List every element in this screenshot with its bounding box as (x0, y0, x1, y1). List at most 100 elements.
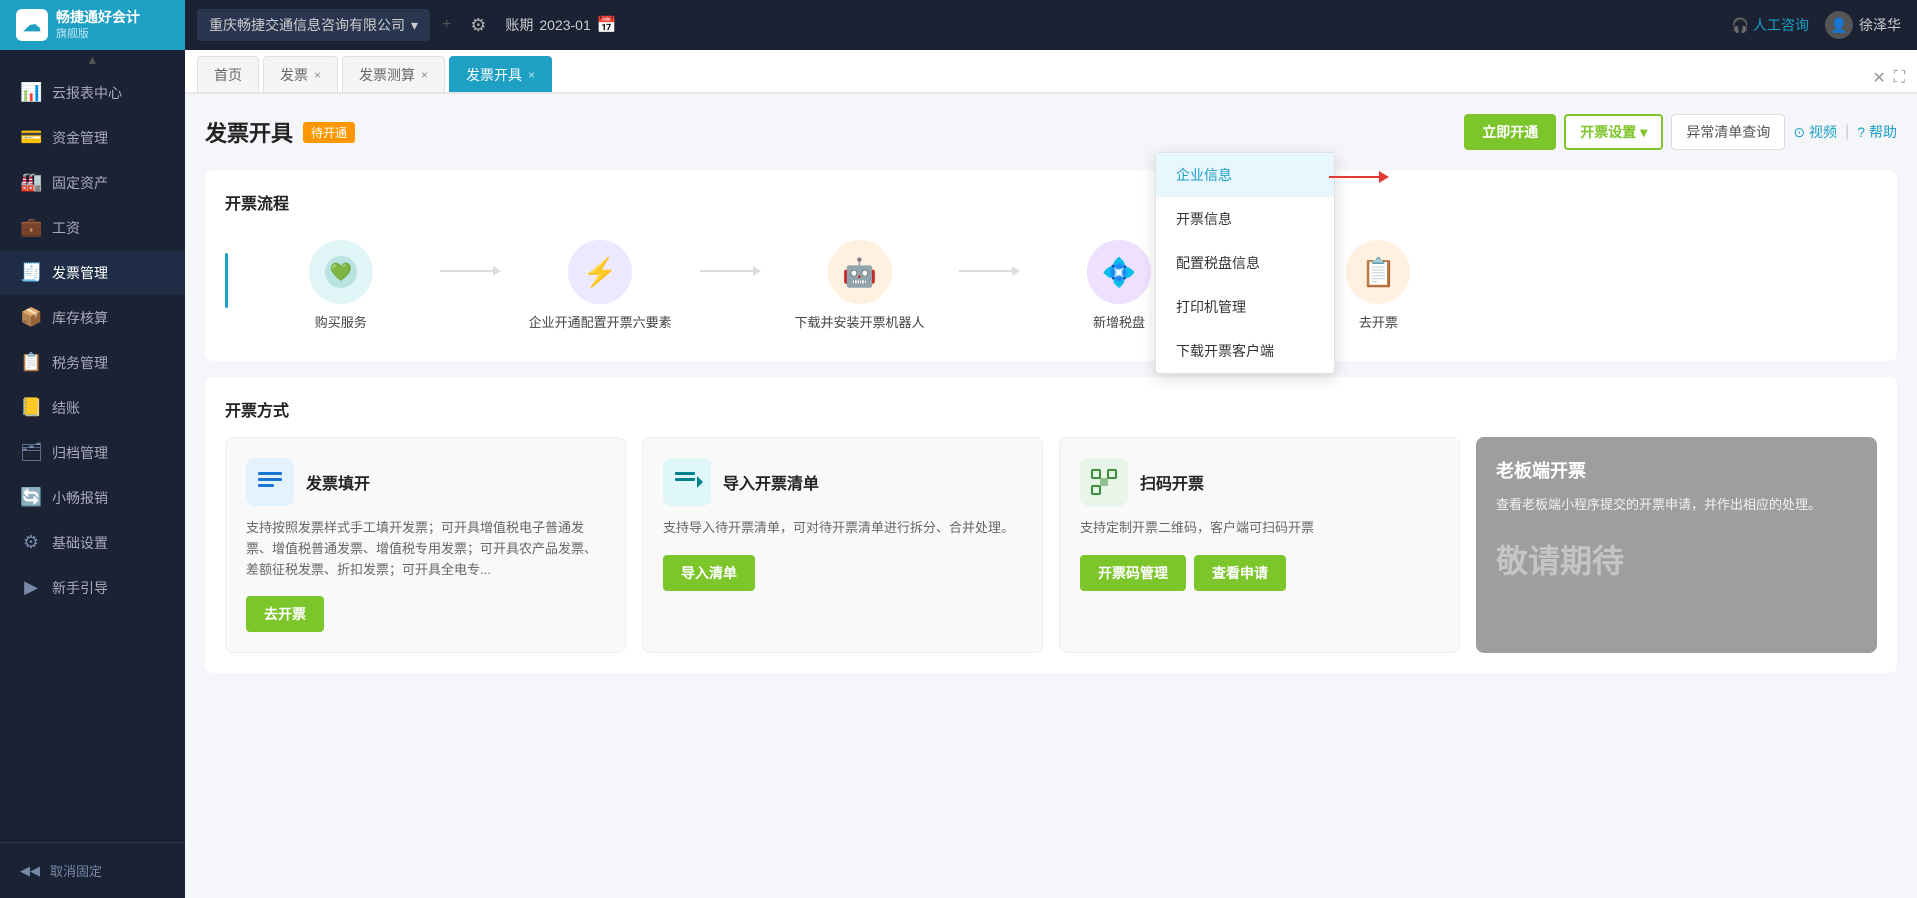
sidebar-item-fapiao[interactable]: 🧾 发票管理 (0, 250, 185, 295)
activate-btn[interactable]: 立即开通 (1464, 114, 1556, 150)
step1-icon: 💚 (309, 240, 373, 304)
sidebar-item-label: 工资 (52, 218, 80, 238)
red-arrow (1329, 171, 1389, 183)
method-import-header: 导入开票清单 (663, 458, 1022, 506)
settings-dropdown: 企业信息 开票信息 配置税盘信息 打印机管理 下载开票客户端 (1155, 152, 1335, 374)
import-icon (663, 458, 711, 506)
boss-desc: 查看老板端小程序提交的开票申请，并作出相应的处理。 (1496, 495, 1857, 516)
step1-label: 购买服务 (315, 312, 367, 331)
step3-icon: 🤖 (828, 240, 892, 304)
help-btn[interactable]: ? 帮助 (1857, 122, 1897, 142)
fill-go-btn[interactable]: 去开票 (246, 596, 324, 632)
dropdown-download-client[interactable]: 下载开票客户端 (1156, 329, 1334, 373)
step4-label: 新增税盘 (1093, 312, 1145, 331)
unpin-btn[interactable]: ◀◀ 取消固定 (0, 851, 185, 890)
settings-btn[interactable]: 开票设置 ▾ (1564, 114, 1663, 150)
boss-title: 老板端开票 (1496, 457, 1586, 483)
calendar-icon[interactable]: 📅 (597, 15, 617, 35)
tab-fapiao-close[interactable]: × (314, 68, 321, 82)
play-icon: ▶ (20, 577, 42, 598)
dropdown-printer[interactable]: 打印机管理 (1156, 285, 1334, 329)
sidebar-item-jichu[interactable]: ⚙ 基础设置 (0, 520, 185, 565)
close-all-btn[interactable]: ✕ (1872, 68, 1885, 88)
flow-step-1: 💚 购买服务 (225, 240, 440, 331)
period-label: 账期 (505, 15, 533, 35)
sidebar-item-label: 发票管理 (52, 263, 108, 283)
chevron-down-icon: ▾ (1640, 124, 1647, 141)
import-btn[interactable]: 导入清单 (663, 555, 755, 591)
tab-fapiaokuaiju[interactable]: 发票开具 × (449, 56, 552, 92)
flow-arrow-2 (700, 270, 760, 272)
flow-step-2: ⚡ 企业开通配置开票六要素 (500, 240, 699, 331)
unpin-label: 取消固定 (50, 861, 102, 880)
flow-step-3: 🤖 下载并安装开票机器人 (760, 240, 959, 331)
tab-fapiao-label: 发票 (280, 65, 308, 85)
scan-icon (1080, 458, 1128, 506)
credit-icon: 💳 (20, 127, 42, 148)
tab-cesuan-close[interactable]: × (421, 68, 428, 82)
header-actions: 立即开通 开票设置 ▾ 异常清单查询 ⊙ 视频 | ? 帮助 (1464, 114, 1897, 150)
sidebar-item-label: 固定资产 (52, 173, 108, 193)
sidebar-item-xiaochang[interactable]: 🔄 小畅报销 (0, 475, 185, 520)
sidebar-item-label: 云报表中心 (52, 83, 122, 103)
dropdown-invoice-info[interactable]: 开票信息 (1156, 197, 1334, 241)
sidebar-item-label: 新手引导 (52, 578, 108, 598)
tab-bar-actions: ✕ ⛶ (1872, 68, 1905, 92)
step3-label: 下载并安装开票机器人 (795, 312, 925, 331)
scan-apply-btn[interactable]: 查看申请 (1194, 555, 1286, 591)
sidebar-bottom: ◀◀ 取消固定 (0, 842, 185, 898)
status-badge: 待开通 (303, 122, 355, 143)
sidebar-item-label: 小畅报销 (52, 488, 108, 508)
tab-kaiju-label: 发票开具 (466, 65, 522, 85)
clipboard-icon: 📋 (20, 352, 42, 373)
settings-icon[interactable]: ⚙ (463, 10, 493, 40)
maximize-btn[interactable]: ⛶ (1894, 69, 1905, 87)
sidebar-item-yunbao[interactable]: 📊 云报表中心 (0, 70, 185, 115)
step4-icon: 💠 (1087, 240, 1151, 304)
user-area[interactable]: 👤 徐泽华 (1825, 11, 1901, 39)
page-header: 发票开具 待开通 立即开通 开票设置 ▾ 异常清单查询 ⊙ 视频 | ? 帮助 (205, 114, 1897, 150)
dropdown-tax-config[interactable]: 配置税盘信息 (1156, 241, 1334, 285)
sidebar-item-gongzi[interactable]: 💼 工资 (0, 205, 185, 250)
divider: + (442, 16, 451, 34)
tab-fapiao[interactable]: 发票 × (263, 56, 338, 92)
sidebar-item-guidang[interactable]: 🗂 归档管理 (0, 430, 185, 475)
sidebar-item-shuiwu[interactable]: 📋 税务管理 (0, 340, 185, 385)
scan-desc: 支持定制开票二维码，客户端可扫码开票 (1080, 518, 1439, 539)
settings-btn-label: 开票设置 (1580, 122, 1636, 142)
tab-home[interactable]: 首页 (197, 56, 259, 92)
video-btn[interactable]: ⊙ 视频 (1793, 122, 1837, 142)
sidebar-item-zijin[interactable]: 💳 资金管理 (0, 115, 185, 160)
top-bar: ☁ 畅捷通好会计 旗舰版 重庆畅捷交通信息咨询有限公司 ▾ + ⚙ 账期 202… (0, 0, 1917, 50)
sidebar-item-jiezhang[interactable]: 📒 结账 (0, 385, 185, 430)
import-desc: 支持导入待开票清单，可对待开票清单进行拆分、合并处理。 (663, 518, 1022, 539)
refresh-icon: 🔄 (20, 487, 42, 508)
logo-area: ☁ 畅捷通好会计 旗舰版 (0, 0, 185, 50)
top-right: 🎧 人工咨询 👤 徐泽华 (1732, 11, 1901, 39)
sidebar-item-guding[interactable]: 🏭 固定资产 (0, 160, 185, 205)
method-card-import: 导入开票清单 支持导入待开票清单，可对待开票清单进行拆分、合并处理。 导入清单 (642, 437, 1043, 653)
query-btn[interactable]: 异常清单查询 (1671, 114, 1785, 150)
logo-sub: 旗舰版 (56, 25, 140, 41)
main-content: 发票开具 待开通 立即开通 开票设置 ▾ 异常清单查询 ⊙ 视频 | ? 帮助 (185, 94, 1917, 898)
logo-text: 畅捷通好会计 (56, 9, 140, 26)
tab-fapiaocesuan[interactable]: 发票测算 × (342, 56, 445, 92)
chart-icon: 📊 (20, 82, 42, 103)
support-btn[interactable]: 🎧 人工咨询 (1732, 15, 1809, 35)
briefcase-icon: 💼 (20, 217, 42, 238)
question-icon: ? (1857, 124, 1865, 140)
method-card-boss: 老板端开票 查看老板端小程序提交的开票申请，并作出相应的处理。 敬请期待 (1476, 437, 1877, 653)
separator: | (1845, 123, 1849, 141)
step2-icon: ⚡ (568, 240, 632, 304)
step5-icon: 📋 (1346, 240, 1410, 304)
method-boss-header: 老板端开票 (1496, 457, 1857, 483)
scroll-up[interactable]: ▲ (0, 50, 185, 70)
sidebar-item-xinshou[interactable]: ▶ 新手引导 (0, 565, 185, 610)
import-title: 导入开票清单 (723, 470, 819, 494)
sidebar-item-kucun[interactable]: 📦 库存核算 (0, 295, 185, 340)
tab-kaiju-close[interactable]: × (528, 68, 535, 82)
username: 徐泽华 (1859, 15, 1901, 35)
dropdown-company-info[interactable]: 企业信息 (1156, 153, 1334, 197)
company-selector[interactable]: 重庆畅捷交通信息咨询有限公司 ▾ (197, 9, 430, 41)
scan-code-btn[interactable]: 开票码管理 (1080, 555, 1186, 591)
